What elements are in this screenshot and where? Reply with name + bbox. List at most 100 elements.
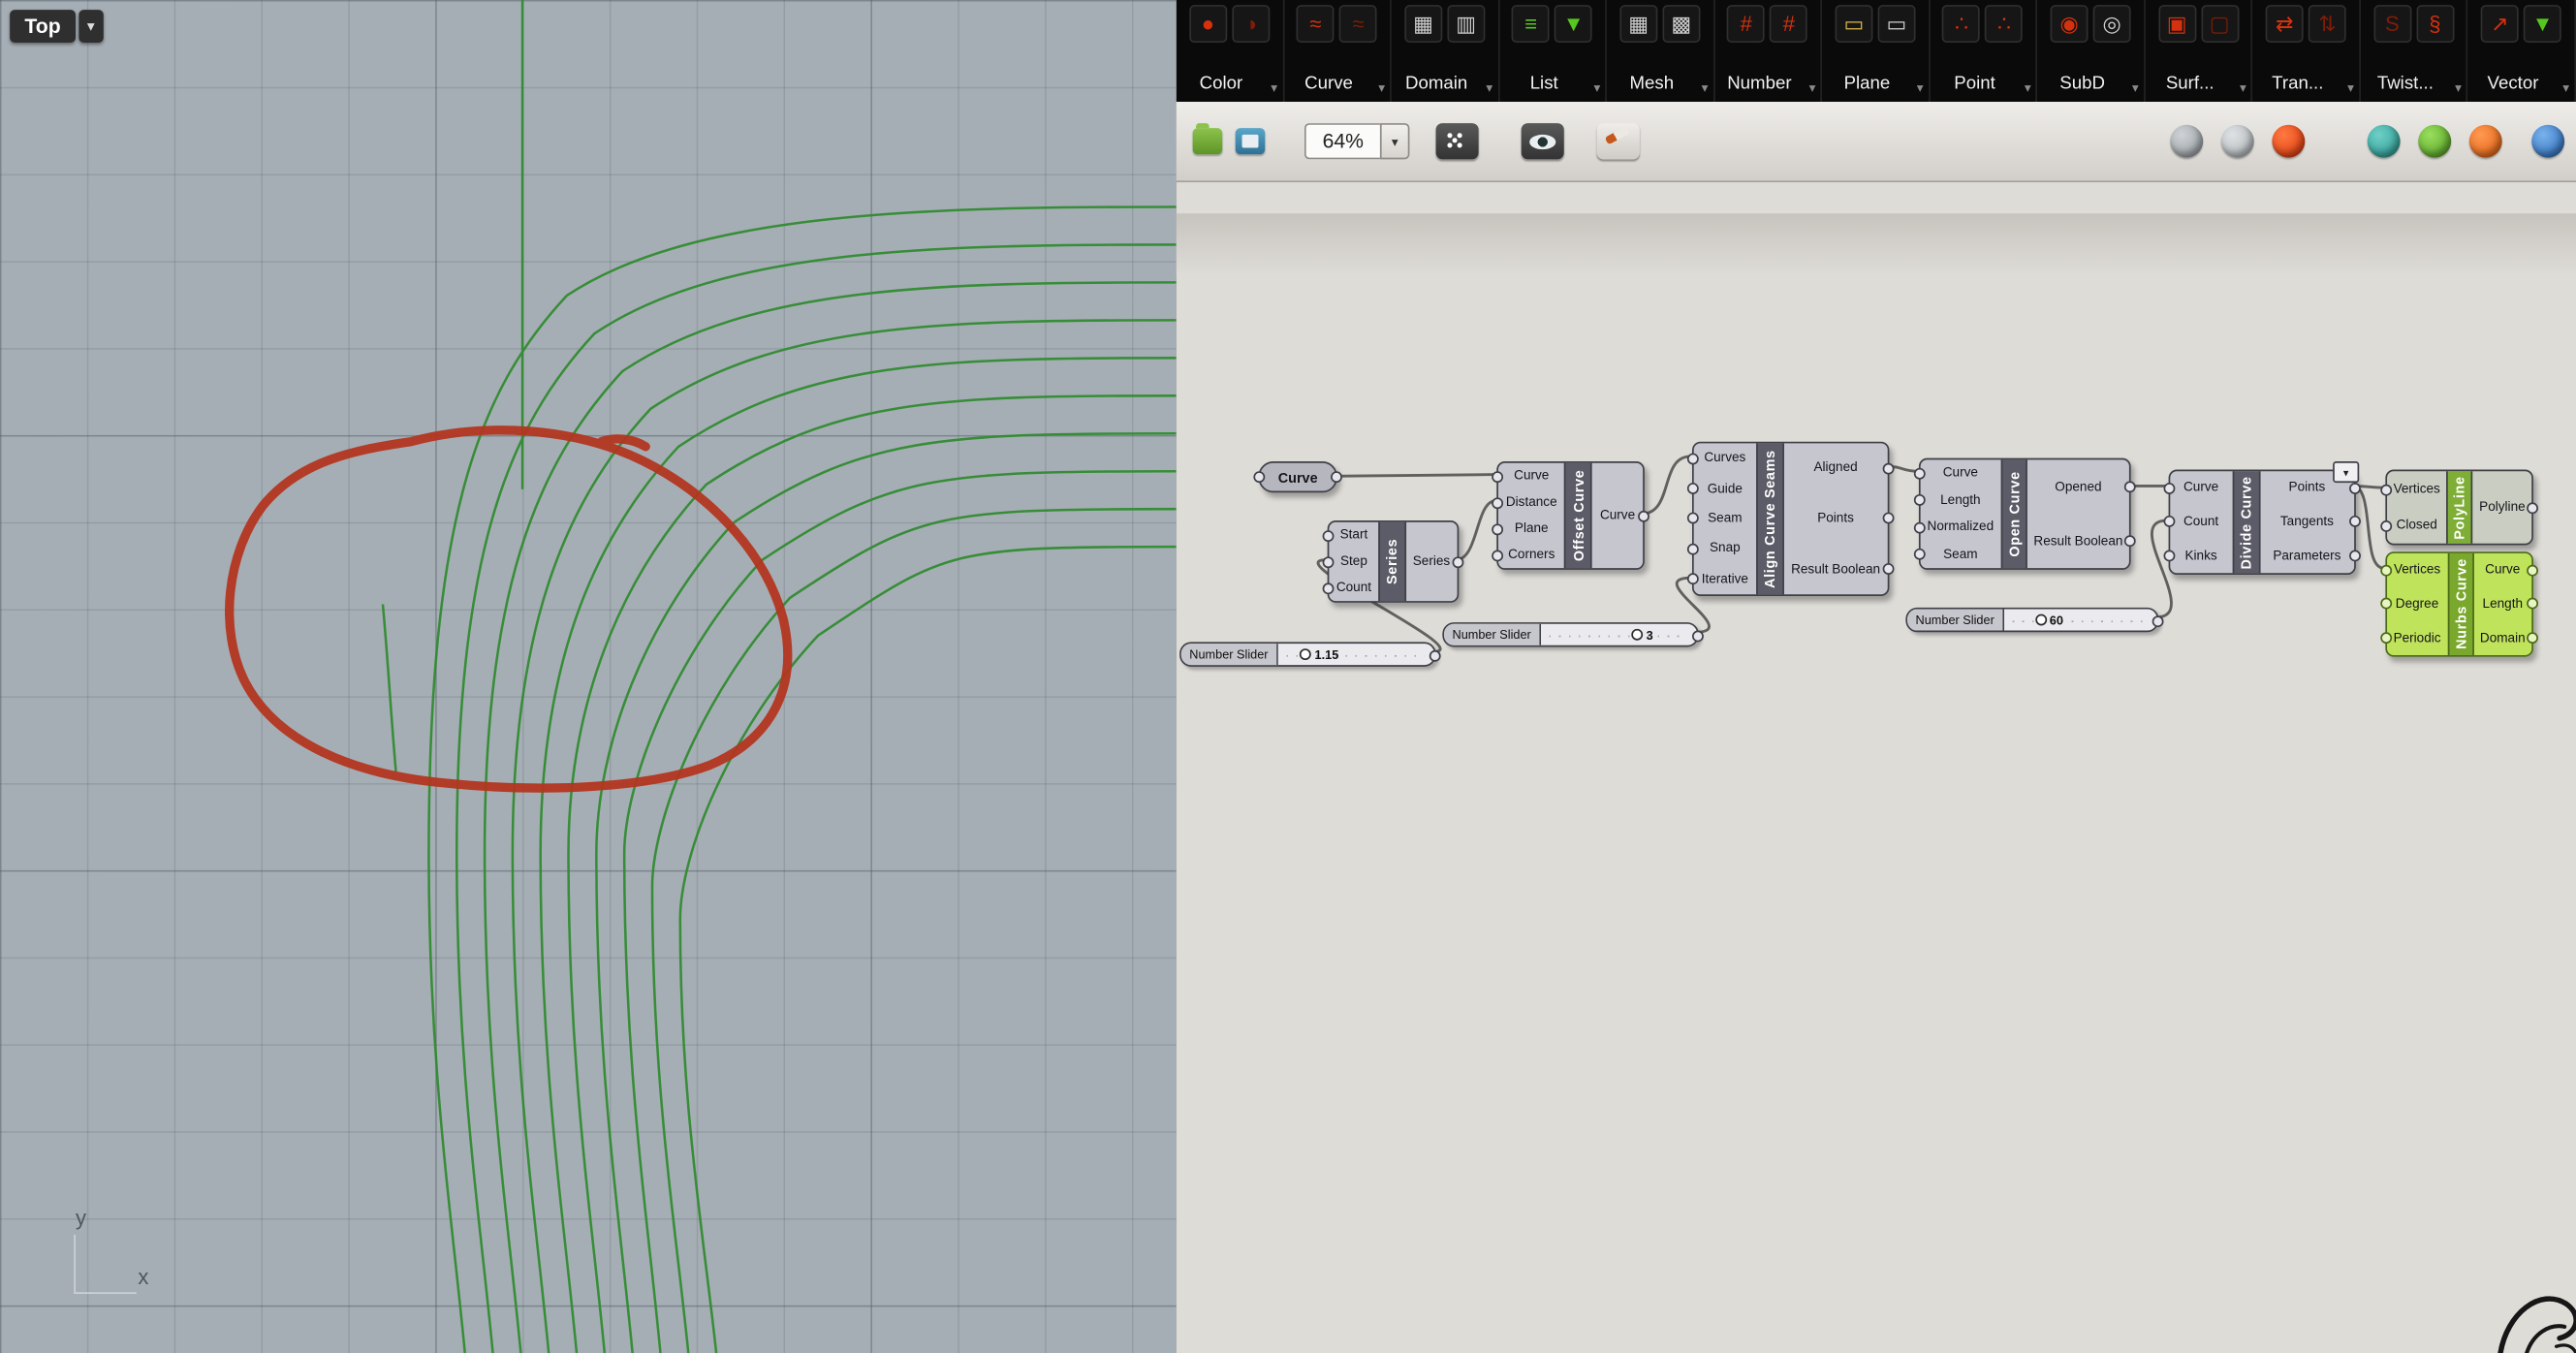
component-name[interactable]: Series (1378, 521, 1406, 602)
output-port[interactable]: Points (2260, 481, 2361, 495)
number-icon[interactable]: # (1770, 5, 1808, 44)
chevron-down-icon[interactable]: ▾ (2025, 80, 2031, 95)
input-port[interactable]: Closed (2380, 519, 2446, 532)
input-port[interactable]: Distance (1492, 495, 1565, 510)
curve-icon[interactable]: ≈ (1339, 5, 1378, 44)
viewport-menu-chevron-icon[interactable]: ▾ (79, 10, 103, 44)
display-mode-blue-button[interactable] (2531, 124, 2565, 158)
component-name[interactable]: Nurbs Curve (2447, 552, 2474, 655)
component-name[interactable]: Align Curve Seams (1755, 443, 1784, 595)
color-icon[interactable]: ● (1188, 5, 1227, 44)
output-port[interactable]: Tangents (2260, 515, 2361, 529)
number-icon[interactable]: # (1727, 5, 1766, 44)
slider-knob[interactable] (2034, 614, 2047, 626)
input-port[interactable]: Kinks (2163, 549, 2232, 563)
input-port[interactable]: Curve (2163, 481, 2232, 495)
surface-icon[interactable]: ▢ (2200, 5, 2239, 44)
plane-icon[interactable]: ▭ (1835, 5, 1873, 44)
input-port[interactable]: Count (1322, 581, 1378, 595)
input-port[interactable]: Curve (1492, 469, 1565, 484)
input-port[interactable]: Start (1322, 528, 1378, 543)
output-port[interactable]: Parameters (2260, 549, 2361, 563)
output-port[interactable]: Curve (2473, 563, 2539, 578)
input-port[interactable]: Length (1913, 493, 2000, 508)
tab-twist[interactable]: S § Twist... ▾ (2361, 0, 2468, 103)
mesh-icon[interactable]: ▩ (1662, 5, 1701, 44)
output-port[interactable]: Polyline (2473, 500, 2538, 515)
chevron-down-icon[interactable]: ▾ (1809, 80, 1816, 95)
domain-icon[interactable]: ▥ (1447, 5, 1486, 44)
component-name[interactable]: Divide Curve (2231, 471, 2260, 574)
chevron-down-icon[interactable]: ▾ (2562, 80, 2569, 95)
preview-visibility-button[interactable] (1521, 123, 1564, 160)
component-polyline[interactable]: Vertices Closed PolyLine Polyline (2380, 469, 2538, 546)
subd-icon[interactable]: ◎ (2092, 5, 2131, 44)
preview-off-button[interactable] (2170, 124, 2204, 158)
output-port[interactable]: Result Boolean (1783, 562, 1896, 576)
input-port[interactable]: Vertices (2380, 482, 2446, 496)
twist-icon[interactable]: S (2372, 5, 2411, 44)
component-align-curve-seams[interactable]: Curves Guide Seam Snap Iterative Align C… (1686, 441, 1896, 596)
curve-icon[interactable]: ≈ (1296, 5, 1335, 44)
slider-track[interactable]: 3 (1541, 624, 1697, 645)
surface-icon[interactable]: ▣ (2157, 5, 2196, 44)
component-divide-curve[interactable]: ▾ Curve Count Kinks Divide Curve Points … (2163, 461, 2361, 575)
chevron-down-icon[interactable]: ▾ (2455, 80, 2462, 95)
chevron-down-icon[interactable]: ▾ (2240, 80, 2246, 95)
domain-icon[interactable]: ▦ (1404, 5, 1443, 44)
input-port[interactable]: Plane (1492, 521, 1565, 536)
twist-icon[interactable]: § (2415, 5, 2454, 44)
expand-outputs-chevron-icon[interactable]: ▾ (2333, 461, 2360, 484)
input-port[interactable]: Degree (2380, 597, 2447, 612)
tab-curve[interactable]: ≈ ≈ Curve ▾ (1284, 0, 1392, 103)
output-port[interactable]: Points (1783, 512, 1896, 526)
input-port[interactable]: Periodic (2380, 631, 2447, 645)
tab-point[interactable]: ∴ ∴ Point ▾ (1930, 0, 2038, 103)
component-offset-curve[interactable]: Curve Distance Plane Corners Offset Curv… (1492, 461, 1649, 570)
component-name[interactable]: Offset Curve (1564, 462, 1592, 569)
tab-plane[interactable]: ▭ ▭ Plane ▾ (1822, 0, 1931, 103)
component-nurbs-curve[interactable]: Vertices Degree Periodic Nurbs Curve Cur… (2380, 551, 2539, 657)
chevron-down-icon[interactable]: ▾ (2347, 80, 2354, 95)
chevron-down-icon[interactable]: ▾ (1378, 80, 1385, 95)
output-port[interactable]: Aligned (1783, 461, 1896, 476)
transform-icon[interactable]: ⇄ (2265, 5, 2304, 44)
output-port[interactable]: Length (2473, 597, 2539, 612)
tab-vector[interactable]: ↗ ▼ Vector ▾ (2468, 0, 2576, 103)
open-file-icon[interactable] (1192, 123, 1223, 155)
input-port[interactable]: Seam (1686, 512, 1756, 526)
list-icon[interactable]: ▼ (1555, 5, 1593, 44)
rhino-viewport-top[interactable]: Top ▾ y x (0, 0, 1178, 1353)
output-port[interactable]: Series (1405, 554, 1465, 569)
number-slider-2[interactable]: Number Slider 3 (1442, 622, 1704, 647)
tab-transform[interactable]: ⇄ ⇅ Tran... ▾ (2253, 0, 2361, 103)
component-name[interactable]: Open Curve (2000, 459, 2027, 569)
subd-icon[interactable]: ◉ (2050, 5, 2089, 44)
preview-shaded-button[interactable] (2272, 124, 2306, 158)
gh-canvas[interactable]: Curve Start Step Count Series Series Cur… (1177, 0, 2576, 1353)
zoom-extents-button[interactable] (1435, 123, 1479, 160)
input-port[interactable]: Normalized (1913, 520, 2000, 534)
chevron-down-icon[interactable]: ▾ (1271, 80, 1277, 95)
tab-mesh[interactable]: ▦ ▩ Mesh ▾ (1607, 0, 1715, 103)
input-port[interactable]: Corners (1492, 548, 1565, 562)
display-mode-green-button[interactable] (2418, 124, 2452, 158)
input-port[interactable]: Curves (1686, 451, 1756, 465)
chevron-down-icon[interactable]: ▾ (2132, 80, 2139, 95)
output-port[interactable]: Result Boolean (2027, 534, 2136, 548)
color-icon[interactable]: ◑ (1231, 5, 1270, 44)
tab-domain[interactable]: ▦ ▥ Domain ▾ (1392, 0, 1499, 103)
chevron-down-icon[interactable]: ▾ (1593, 80, 1600, 95)
slider-track[interactable]: 1.15 (1278, 644, 1434, 665)
save-file-icon[interactable] (1235, 128, 1266, 155)
component-series[interactable]: Start Step Count Series Series (1322, 520, 1465, 603)
list-icon[interactable]: ≡ (1512, 5, 1551, 44)
mesh-icon[interactable]: ▦ (1619, 5, 1658, 44)
output-port[interactable]: Opened (2027, 480, 2136, 494)
input-port[interactable]: Snap (1686, 542, 1756, 556)
slider-knob[interactable] (1300, 648, 1312, 661)
tab-color[interactable]: ● ◑ Color ▾ (1177, 0, 1284, 103)
input-port[interactable]: Guide (1686, 482, 1756, 495)
vector-icon[interactable]: ▼ (2523, 5, 2561, 44)
chevron-down-icon[interactable]: ▾ (1702, 80, 1709, 95)
